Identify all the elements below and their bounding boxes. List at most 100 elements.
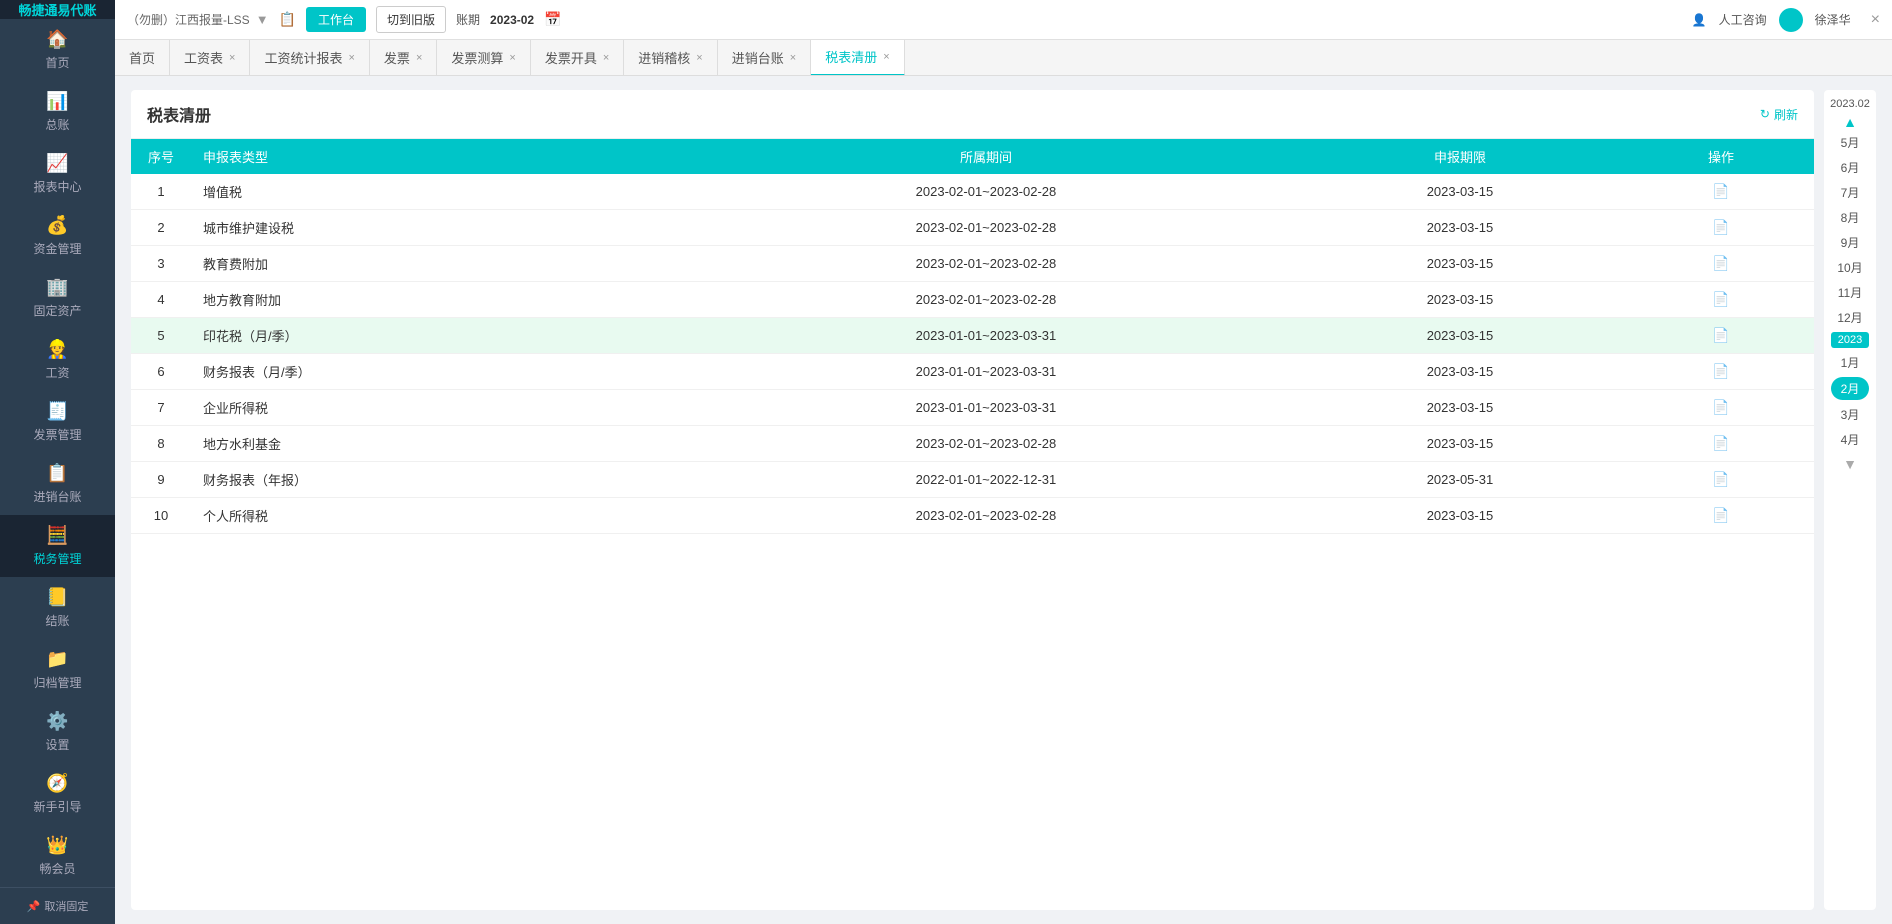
cell-action: 📄 (1628, 498, 1814, 534)
fund-icon: 💰 (46, 215, 68, 236)
action-icon[interactable]: 📄 (1712, 435, 1729, 451)
tab-purchase-audit[interactable]: 进销稽核 × (624, 40, 717, 76)
tab-close-icon[interactable]: × (883, 51, 889, 63)
cal-month-4[interactable]: 4月 (1824, 427, 1876, 452)
cal-month-7[interactable]: 7月 (1824, 180, 1876, 205)
tab-close-icon[interactable]: × (509, 52, 515, 64)
cal-year-badge[interactable]: 2023 (1831, 332, 1869, 348)
tab-close-icon[interactable]: × (603, 52, 609, 64)
calendar-icon[interactable]: 📅 (544, 11, 561, 28)
tab-salary-table[interactable]: 工资表 × (170, 40, 250, 76)
cal-month-10[interactable]: 10月 (1824, 255, 1876, 280)
guide-icon: 🧭 (46, 773, 68, 794)
sidebar-item-fund[interactable]: 💰 资金管理 (0, 205, 115, 267)
report-icon: 📈 (46, 153, 68, 174)
copy-icon[interactable]: 📋 (279, 11, 296, 28)
tab-close-icon[interactable]: × (696, 52, 702, 64)
sidebar-item-settings[interactable]: ⚙️ 设置 (0, 701, 115, 763)
sidebar-item-label: 报表中心 (33, 178, 81, 195)
close-button[interactable]: × (1871, 11, 1880, 29)
cal-month-11[interactable]: 11月 (1824, 280, 1876, 305)
tab-invoice-issue[interactable]: 发票开具 × (531, 40, 624, 76)
cell-id: 2 (131, 210, 191, 246)
sidebar-item-fixed-assets[interactable]: 🏢 固定资产 (0, 267, 115, 329)
cell-id: 6 (131, 354, 191, 390)
cell-id: 1 (131, 174, 191, 210)
tab-tax-register[interactable]: 税表清册 × (811, 40, 904, 76)
col-id: 序号 (131, 139, 191, 174)
sidebar-item-purchase-sale[interactable]: 📋 进销台账 (0, 453, 115, 515)
sidebar-item-guide[interactable]: 🧭 新手引导 (0, 763, 115, 825)
unpin-icon: 📌 (27, 900, 41, 913)
tab-invoice[interactable]: 发票 × (370, 40, 437, 76)
sidebar-item-label: 税务管理 (33, 550, 81, 567)
switch-version-button[interactable]: 切到旧版 (376, 6, 446, 33)
cell-action: 📄 (1628, 246, 1814, 282)
period-label: 账期 (456, 11, 480, 28)
tab-close-icon[interactable]: × (348, 52, 354, 64)
action-icon[interactable]: 📄 (1712, 183, 1729, 199)
sidebar-item-tax[interactable]: 🧮 税务管理 (0, 515, 115, 577)
col-action: 操作 (1628, 139, 1814, 174)
tab-label: 工资表 (184, 48, 223, 67)
cell-id: 3 (131, 246, 191, 282)
refresh-button[interactable]: ↻ 刷新 (1760, 106, 1798, 123)
cell-id: 5 (131, 318, 191, 354)
cal-month-5[interactable]: 5月 (1824, 130, 1876, 155)
tab-close-icon[interactable]: × (790, 52, 796, 64)
tab-home[interactable]: 首页 (115, 40, 170, 76)
company-label: （勿删）江西报量-LSS (127, 11, 250, 28)
cell-action: 📄 (1628, 390, 1814, 426)
sidebar-item-invoice[interactable]: 🧾 发票管理 (0, 391, 115, 453)
sidebar-item-archive[interactable]: 📁 归档管理 (0, 639, 115, 701)
page-header: 税表清册 ↻ 刷新 (131, 90, 1814, 139)
company-dropdown-icon[interactable]: ▼ (256, 12, 269, 27)
cal-month-3[interactable]: 3月 (1824, 402, 1876, 427)
calendar-up-icon[interactable]: ▲ (1843, 114, 1857, 130)
action-icon[interactable]: 📄 (1712, 507, 1729, 523)
sidebar-item-label: 固定资产 (33, 302, 81, 319)
cell-deadline: 2023-03-15 (1292, 318, 1628, 354)
cal-month-1[interactable]: 1月 (1824, 350, 1876, 375)
cal-month-12[interactable]: 12月 (1824, 305, 1876, 330)
tab-purchase-ledger[interactable]: 进销台账 × (718, 40, 811, 76)
tab-close-icon[interactable]: × (229, 52, 235, 64)
user-label[interactable]: 徐泽华 (1815, 11, 1851, 28)
calendar-down-icon[interactable]: ▼ (1843, 456, 1857, 472)
sidebar-item-salary[interactable]: 👷 工资 (0, 329, 115, 391)
cell-type: 印花税（月/季） (191, 318, 680, 354)
cell-action: 📄 (1628, 282, 1814, 318)
action-icon[interactable]: 📄 (1712, 327, 1729, 343)
tab-label: 发票 (384, 48, 410, 67)
sidebar-item-ledger[interactable]: 📊 总账 (0, 81, 115, 143)
sidebar-item-membership[interactable]: 👑 畅会员 (0, 825, 115, 887)
support-label[interactable]: 人工咨询 (1719, 11, 1767, 28)
cell-period: 2023-01-01~2023-03-31 (680, 390, 1292, 426)
action-icon[interactable]: 📄 (1712, 471, 1729, 487)
calendar-panel: 2023.02 ▲ 5月 6月 7月 8月 9月 10月 11月 12月 202… (1824, 90, 1876, 910)
action-icon[interactable]: 📄 (1712, 219, 1729, 235)
action-icon[interactable]: 📄 (1712, 255, 1729, 271)
sidebar-item-close-account[interactable]: 📒 结账 (0, 577, 115, 639)
action-icon[interactable]: 📄 (1712, 363, 1729, 379)
tab-salary-report[interactable]: 工资统计报表 × (250, 40, 369, 76)
tab-home-label: 首页 (129, 48, 155, 67)
cal-month-9[interactable]: 9月 (1824, 230, 1876, 255)
tab-invoice-calc[interactable]: 发票测算 × (437, 40, 530, 76)
period-value: 2023-02 (490, 13, 534, 27)
unpin-button[interactable]: 📌 取消固定 (0, 887, 115, 924)
cell-action: 📄 (1628, 462, 1814, 498)
action-icon[interactable]: 📄 (1712, 399, 1729, 415)
cell-type: 地方水利基金 (191, 426, 680, 462)
cal-month-8[interactable]: 8月 (1824, 205, 1876, 230)
tab-close-icon[interactable]: × (416, 52, 422, 64)
table-row: 1 增值税 2023-02-01~2023-02-28 2023-03-15 📄 (131, 174, 1814, 210)
table-row: 9 财务报表（年报） 2022-01-01~2022-12-31 2023-05… (131, 462, 1814, 498)
sidebar-item-home[interactable]: 🏠 首页 (0, 19, 115, 81)
action-icon[interactable]: 📄 (1712, 291, 1729, 307)
sidebar-item-report[interactable]: 📈 报表中心 (0, 143, 115, 205)
cal-month-6[interactable]: 6月 (1824, 155, 1876, 180)
cal-month-2-active[interactable]: 2月 (1831, 377, 1869, 400)
cell-period: 2023-02-01~2023-02-28 (680, 246, 1292, 282)
workspace-button[interactable]: 工作台 (306, 7, 366, 32)
